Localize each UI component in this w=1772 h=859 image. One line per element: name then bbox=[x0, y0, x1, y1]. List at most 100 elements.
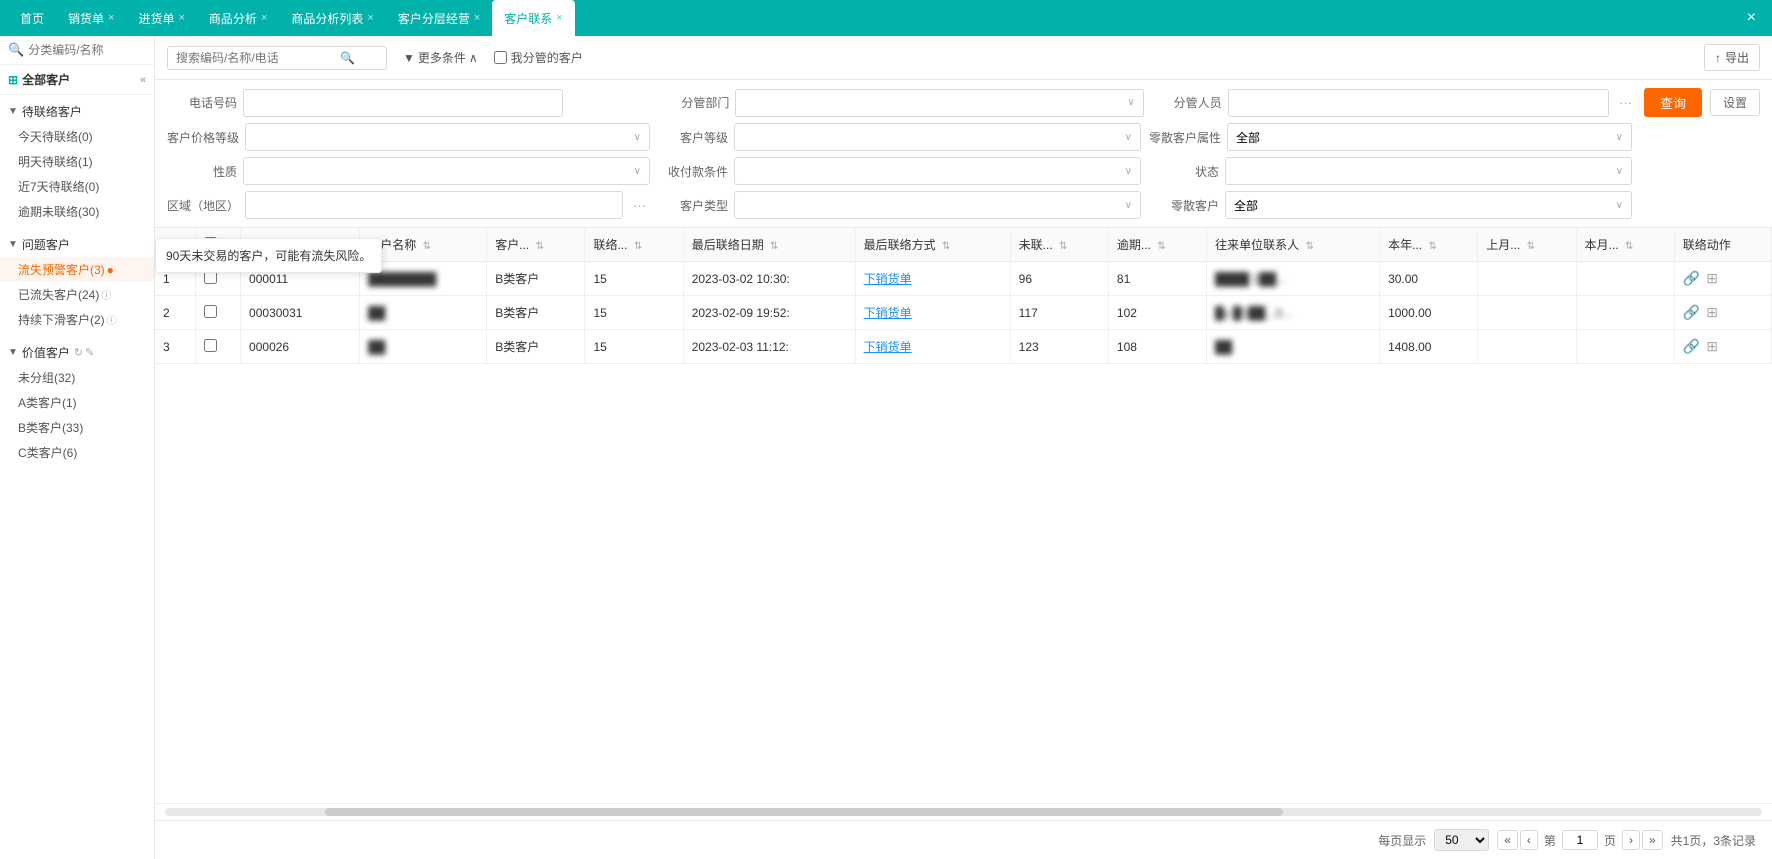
nav-customer-contact-close[interactable]: × bbox=[556, 12, 562, 24]
col-uncontacted[interactable]: 未联... ⇅ bbox=[1010, 228, 1108, 262]
sidebar-item-7days[interactable]: 近7天待联络(0) bbox=[0, 174, 154, 199]
filter-dept-field: 分管部门 ∨ bbox=[659, 89, 1143, 117]
nav-purchase-close[interactable]: × bbox=[178, 12, 184, 24]
filter-level-select[interactable]: ∨ bbox=[734, 123, 1141, 151]
row2-uncontacted: 117 bbox=[1010, 296, 1108, 330]
status-chevron-icon: ∨ bbox=[1616, 166, 1623, 177]
query-btn[interactable]: 查询 bbox=[1644, 88, 1702, 117]
nav-customer-tier[interactable]: 客户分层经营 × bbox=[386, 0, 492, 36]
sidebar-item-class-a[interactable]: A类客户(1) bbox=[0, 390, 154, 415]
nav-analysis-list-close[interactable]: × bbox=[367, 12, 373, 24]
col-overdue[interactable]: 逾期... ⇅ bbox=[1108, 228, 1206, 262]
sidebar-item-churned[interactable]: 已流失客户(24) ⓘ bbox=[0, 282, 154, 307]
scrollbar-thumb[interactable] bbox=[325, 808, 1283, 816]
value-refresh-icon[interactable]: ↻ bbox=[74, 346, 83, 359]
group-problem-header[interactable]: ▼ 问题客户 bbox=[0, 232, 154, 257]
row2-last-type[interactable]: 下销货单 bbox=[855, 296, 1010, 330]
group-pending: ▼ 待联络客户 今天待联络(0) 明天待联络(1) 近7天待联络(0) 逾期未联… bbox=[0, 95, 154, 228]
col-customer-type[interactable]: 客户... ⇅ bbox=[487, 228, 585, 262]
nav-customer-tier-close[interactable]: × bbox=[474, 12, 480, 24]
sidebar-item-class-c[interactable]: C类客户(6) bbox=[0, 440, 154, 465]
page-number-input[interactable] bbox=[1562, 830, 1598, 850]
export-btn[interactable]: ↑ 导出 bbox=[1704, 44, 1760, 71]
close-all-btn[interactable]: × bbox=[1739, 9, 1764, 27]
sidebar-item-churn-warning[interactable]: 流失预警客户(3) ● bbox=[0, 257, 154, 282]
toolbar-search-icon[interactable]: 🔍 bbox=[340, 51, 355, 65]
filter-zerocustomer-select[interactable]: 全部 ∨ bbox=[1225, 191, 1632, 219]
sidebar-collapse-btn[interactable]: « bbox=[140, 74, 146, 86]
more-conditions-btn[interactable]: ▼ 更多条件 ∧ bbox=[395, 45, 486, 70]
thismonth-sort-icon: ⇅ bbox=[1625, 241, 1633, 252]
next-page-btn[interactable]: › bbox=[1622, 830, 1640, 850]
row3-grid-icon[interactable]: ⊞ bbox=[1706, 338, 1718, 355]
col-contact[interactable]: 联络... ⇅ bbox=[585, 228, 683, 262]
filter-zerocustomer-field: 零散客户 全部 ∨ bbox=[1149, 191, 1632, 219]
col-last-date[interactable]: 最后联络日期 ⇅ bbox=[683, 228, 855, 262]
row1-link-icon[interactable]: 🔗 bbox=[1683, 270, 1700, 287]
col-last-type[interactable]: 最后联络方式 ⇅ bbox=[855, 228, 1010, 262]
row3-index: 3 bbox=[155, 330, 196, 364]
sidebar-search-input[interactable] bbox=[28, 43, 155, 57]
last-page-btn[interactable]: » bbox=[1642, 830, 1663, 850]
row3-last-type[interactable]: 下销货单 bbox=[855, 330, 1010, 364]
horizontal-scrollbar[interactable] bbox=[165, 808, 1762, 816]
filter-dept-select[interactable]: ∨ bbox=[735, 89, 1143, 117]
nav-sales-close[interactable]: × bbox=[108, 12, 114, 24]
group-problem: ▼ 问题客户 流失预警客户(3) ● 已流失客户(24) ⓘ 持续下滑客户(2)… bbox=[0, 228, 154, 336]
nav-analysis-close[interactable]: × bbox=[261, 12, 267, 24]
payment-chevron-icon: ∨ bbox=[1125, 166, 1132, 177]
value-edit-icon[interactable]: ✎ bbox=[85, 346, 94, 359]
nav-purchase[interactable]: 进货单 × bbox=[126, 0, 196, 36]
table-row: 2 00030031 ██ B类客户 15 2023-02-09 19:52: … bbox=[155, 296, 1772, 330]
row3-checkbox[interactable] bbox=[204, 339, 217, 352]
all-customers-header[interactable]: ⊞ 全部客户 « bbox=[0, 65, 154, 95]
filter-pricelevel-select[interactable]: ∨ bbox=[245, 123, 650, 151]
col-this-month[interactable]: 本月... ⇅ bbox=[1576, 228, 1674, 262]
sidebar-item-ungroup[interactable]: 未分组(32) bbox=[0, 365, 154, 390]
row3-this-month bbox=[1576, 330, 1674, 364]
filter-phone-input[interactable] bbox=[243, 89, 563, 117]
churned-info-icon: ⓘ bbox=[101, 287, 111, 302]
settings-btn[interactable]: 设置 bbox=[1710, 89, 1760, 116]
first-page-btn[interactable]: « bbox=[1497, 830, 1518, 850]
filter-payment-select[interactable]: ∨ bbox=[734, 157, 1141, 185]
row2-checkbox[interactable] bbox=[204, 305, 217, 318]
nav-analysis[interactable]: 商品分析 × bbox=[197, 0, 279, 36]
filter-region-select[interactable] bbox=[245, 191, 623, 219]
per-page-select[interactable]: 50 100 bbox=[1434, 829, 1489, 851]
filter-zeroattr-select[interactable]: 全部 ∨ bbox=[1227, 123, 1632, 151]
row3-checkbox-cell[interactable] bbox=[196, 330, 241, 364]
sidebar-item-overdue[interactable]: 逾期未联络(30) bbox=[0, 199, 154, 224]
sidebar-item-today[interactable]: 今天待联络(0) bbox=[0, 124, 154, 149]
nav-analysis-list[interactable]: 商品分析列表 × bbox=[279, 0, 385, 36]
filter-type-select[interactable]: ∨ bbox=[734, 191, 1141, 219]
prev-page-btn[interactable]: ‹ bbox=[1520, 830, 1538, 850]
zerocustomer-chevron-icon: ∨ bbox=[1616, 200, 1623, 211]
row1-last-type[interactable]: 下销货单 bbox=[855, 262, 1010, 296]
group-pending-header[interactable]: ▼ 待联络客户 bbox=[0, 99, 154, 124]
nav-home[interactable]: 首页 bbox=[8, 0, 56, 36]
sidebar-item-tomorrow[interactable]: 明天待联络(1) bbox=[0, 149, 154, 174]
region-more-btn[interactable]: ··· bbox=[629, 196, 650, 215]
group-value-header[interactable]: ▼ 价值客户 ↻ ✎ bbox=[0, 340, 154, 365]
sidebar-item-class-b[interactable]: B类客户(33) bbox=[0, 415, 154, 440]
filter-icon: ▼ bbox=[403, 51, 415, 65]
nav-customer-contact[interactable]: 客户联系 × bbox=[492, 0, 574, 36]
row3-link-icon[interactable]: 🔗 bbox=[1683, 338, 1700, 355]
filter-person-select[interactable] bbox=[1228, 89, 1609, 117]
nav-sales[interactable]: 销货单 × bbox=[56, 0, 126, 36]
col-last-month[interactable]: 上月... ⇅ bbox=[1478, 228, 1576, 262]
filter-nature-select[interactable]: ∨ bbox=[243, 157, 650, 185]
my-customers-checkbox[interactable] bbox=[494, 51, 507, 64]
row2-grid-icon[interactable]: ⊞ bbox=[1706, 304, 1718, 321]
col-this-year[interactable]: 本年... ⇅ bbox=[1380, 228, 1478, 262]
my-customers-label[interactable]: 我分管的客户 bbox=[494, 49, 583, 66]
sidebar-item-declining[interactable]: 持续下滑客户(2) ⓘ bbox=[0, 307, 154, 332]
row2-checkbox-cell[interactable] bbox=[196, 296, 241, 330]
col-contact-person[interactable]: 往来单位联系人 ⇅ bbox=[1207, 228, 1380, 262]
row1-grid-icon[interactable]: ⊞ bbox=[1706, 270, 1718, 287]
filter-status-select[interactable]: ∨ bbox=[1225, 157, 1632, 185]
toolbar-search-input[interactable] bbox=[176, 51, 336, 65]
person-more-btn[interactable]: ··· bbox=[1615, 93, 1636, 112]
row2-link-icon[interactable]: 🔗 bbox=[1683, 304, 1700, 321]
